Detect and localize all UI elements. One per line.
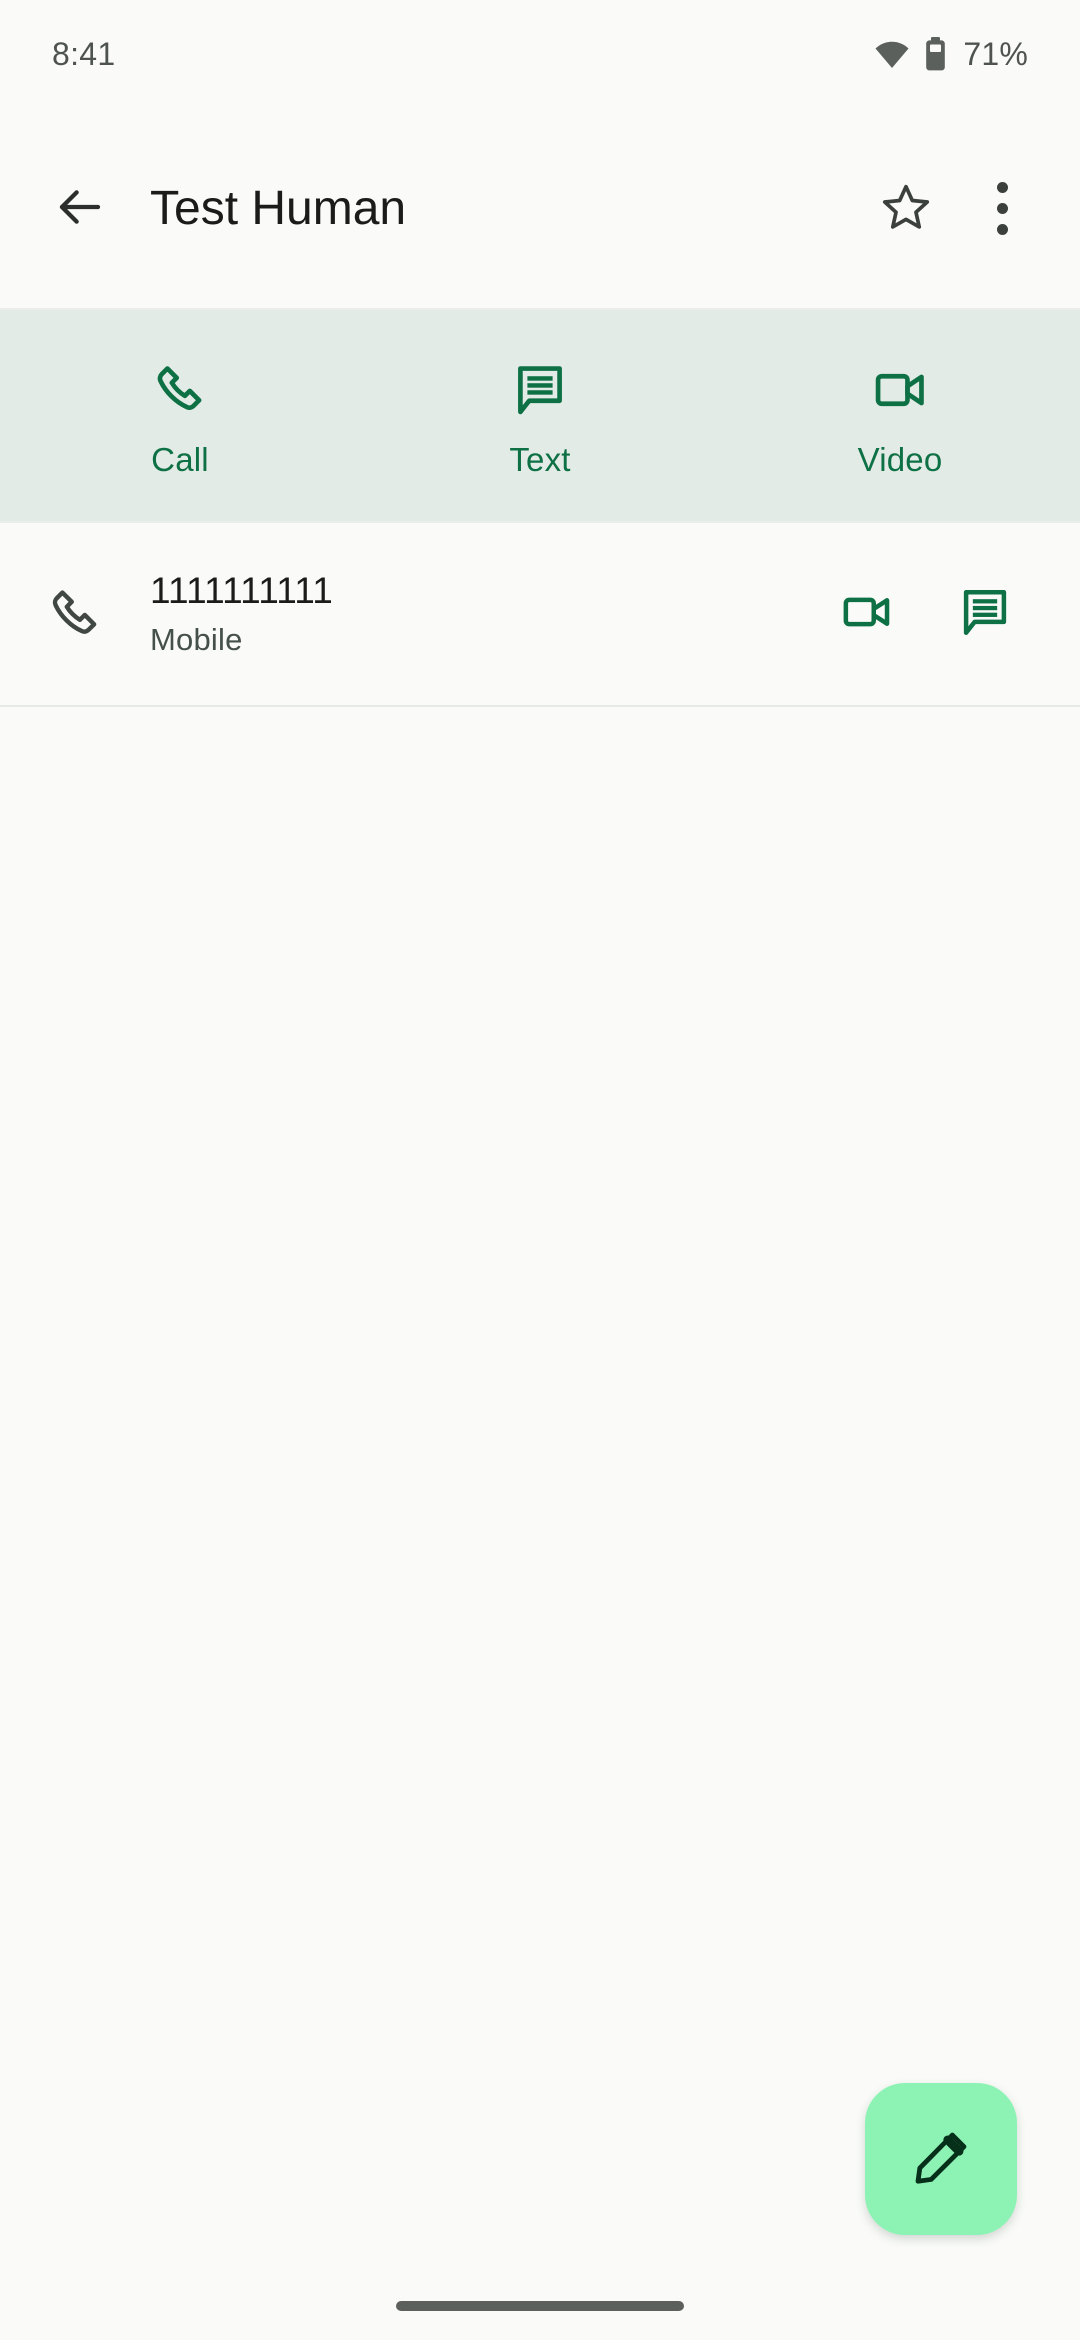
message-icon [958, 585, 1012, 644]
star-outline-icon [880, 181, 932, 236]
phone-icon [0, 586, 150, 642]
status-bar-clock: 8:41 [52, 35, 116, 72]
quick-action-text-label: Text [509, 440, 571, 478]
quick-action-video-label: Video [857, 440, 943, 478]
edit-pencil-icon [910, 2127, 972, 2192]
quick-action-bar: Call Text Video [0, 308, 1080, 523]
app-bar: Test Human [0, 108, 1080, 308]
battery-icon [924, 37, 947, 71]
row-divider [0, 705, 1080, 707]
gesture-navigation-bar [0, 2272, 1080, 2340]
back-arrow-icon [53, 180, 107, 237]
overflow-menu-button[interactable] [954, 160, 1050, 256]
gesture-nav-pill[interactable] [396, 2301, 684, 2311]
phone-number-texts: 1111111111 Mobile [150, 570, 808, 658]
quick-action-call-label: Call [151, 440, 209, 478]
overflow-menu-icon [996, 181, 1008, 235]
status-bar-indicators: 71% [874, 36, 1028, 73]
phone-number-type-label: Mobile [150, 622, 243, 657]
quick-action-call[interactable]: Call [0, 310, 360, 521]
status-bar: 8:41 71% [0, 0, 1080, 108]
video-camera-icon [840, 585, 894, 644]
message-icon [512, 361, 568, 419]
favorite-star-button[interactable] [858, 160, 954, 256]
quick-action-video[interactable]: Video [720, 310, 1080, 521]
quick-action-text[interactable]: Text [360, 310, 720, 521]
phone-row-video-button[interactable] [808, 555, 926, 673]
back-button[interactable] [32, 160, 128, 256]
video-camera-icon [872, 361, 928, 419]
edit-contact-fab[interactable] [865, 2083, 1017, 2235]
phone-row-message-button[interactable] [926, 555, 1044, 673]
phone-number-row[interactable]: 1111111111 Mobile [0, 523, 1080, 705]
battery-percentage: 71% [963, 35, 1028, 72]
wifi-icon [874, 39, 910, 69]
phone-number-value: 1111111111 [150, 570, 334, 611]
page-title: Test Human [150, 181, 407, 235]
phone-icon [152, 361, 208, 419]
contact-detail-screen: 8:41 71% Test Human Call Text Video 1111… [0, 0, 1080, 2340]
